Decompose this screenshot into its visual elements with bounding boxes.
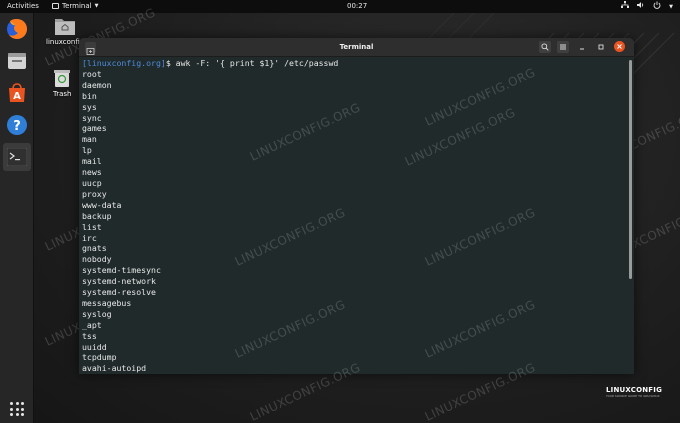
- output-line: avahi-autoipd: [82, 363, 147, 374]
- output-line: root: [82, 68, 102, 79]
- firefox-icon[interactable]: [5, 17, 29, 41]
- output-line: bin: [82, 90, 97, 101]
- svg-text:A: A: [13, 91, 21, 102]
- output-line: games: [82, 123, 107, 134]
- trash-icon: [54, 70, 71, 87]
- close-button[interactable]: [614, 41, 625, 52]
- output-line: mail: [82, 156, 102, 167]
- menu-button[interactable]: [557, 41, 569, 53]
- files-icon[interactable]: [5, 49, 29, 73]
- power-icon: [653, 1, 661, 13]
- svg-text:?: ?: [13, 119, 21, 134]
- output-line: daemon: [82, 79, 112, 90]
- search-button[interactable]: [539, 41, 551, 53]
- output-line: lp: [82, 145, 92, 156]
- top-bar: Activities Terminal ▼ 00:27 ▼: [0, 0, 680, 13]
- output-line: messagebus: [82, 297, 132, 308]
- hamburger-menu-icon: [560, 44, 566, 50]
- output-line: www-data: [82, 199, 122, 210]
- output-line: sys: [82, 101, 97, 112]
- terminal-icon[interactable]: [3, 143, 31, 171]
- logo-text: LINUXCONFIG: [606, 386, 663, 394]
- output-line: syslog: [82, 308, 112, 319]
- chevron-down-icon: ▼: [94, 3, 99, 9]
- logo-tagline: YOUR SOURCE GUIDE TO GNU/LINUX: [606, 395, 660, 398]
- output-line: proxy: [82, 188, 107, 199]
- terminal-app-icon: [52, 3, 59, 9]
- terminal-window[interactable]: Terminal [linuxconfig.org]$ awk -F: '{ p…: [79, 38, 634, 374]
- output-line: uuidd: [82, 341, 107, 352]
- maximize-button[interactable]: [595, 41, 607, 53]
- minimize-button[interactable]: [576, 41, 588, 53]
- output-line: tcpdump: [82, 352, 117, 363]
- dock: A ?: [0, 13, 34, 423]
- volume-icon: [637, 1, 645, 13]
- output-line: man: [82, 134, 97, 145]
- output-line: sync: [82, 112, 102, 123]
- command-line: [linuxconfig.org]$ awk -F: '{ print $1}'…: [82, 58, 634, 69]
- search-icon: [541, 43, 549, 51]
- network-icon: [621, 1, 630, 13]
- terminal-header-bar[interactable]: Terminal: [79, 38, 634, 57]
- output-line: backup: [82, 210, 112, 221]
- desktop-icon-trash[interactable]: Trash: [53, 68, 72, 98]
- close-icon: [617, 44, 622, 49]
- output-line: news: [82, 167, 102, 178]
- show-applications-icon[interactable]: [10, 402, 24, 416]
- output-line: systemd-timesync: [82, 265, 161, 276]
- output-line: _apt: [82, 319, 102, 330]
- activities-button[interactable]: Activities: [7, 2, 39, 10]
- minimize-icon: [580, 48, 584, 50]
- output-line: uucp: [82, 177, 102, 188]
- output-line: list: [82, 221, 102, 232]
- output-line: systemd-resolve: [82, 287, 156, 298]
- output-line: gnats: [82, 243, 107, 254]
- terminal-output[interactable]: [linuxconfig.org]$ awk -F: '{ print $1}'…: [79, 57, 634, 374]
- prompt-host: [linuxconfig.org]: [82, 58, 166, 68]
- output-line: systemd-network: [82, 276, 156, 287]
- app-menu-label: Terminal: [62, 2, 92, 10]
- system-menu-caret-icon: ▼: [669, 3, 673, 10]
- home-folder-icon: [55, 19, 76, 35]
- help-icon[interactable]: ?: [5, 113, 29, 137]
- clock[interactable]: 00:27: [347, 2, 367, 10]
- output-line: tss: [82, 330, 97, 341]
- app-menu[interactable]: Terminal ▼: [52, 2, 98, 10]
- linuxconfig-logo: LINUXCONFIG YOUR SOURCE GUIDE TO GNU/LIN…: [606, 386, 672, 398]
- maximize-icon: [598, 44, 604, 50]
- output-line: irc: [82, 232, 97, 243]
- desktop-icon-label: Trash: [53, 90, 72, 98]
- system-menu[interactable]: ▼: [621, 1, 673, 13]
- terminal-scrollbar[interactable]: [629, 60, 632, 279]
- software-center-icon[interactable]: A: [5, 81, 29, 105]
- command-text: awk -F: '{ print $1}' /etc/passwd: [170, 58, 339, 68]
- output-line: nobody: [82, 254, 112, 265]
